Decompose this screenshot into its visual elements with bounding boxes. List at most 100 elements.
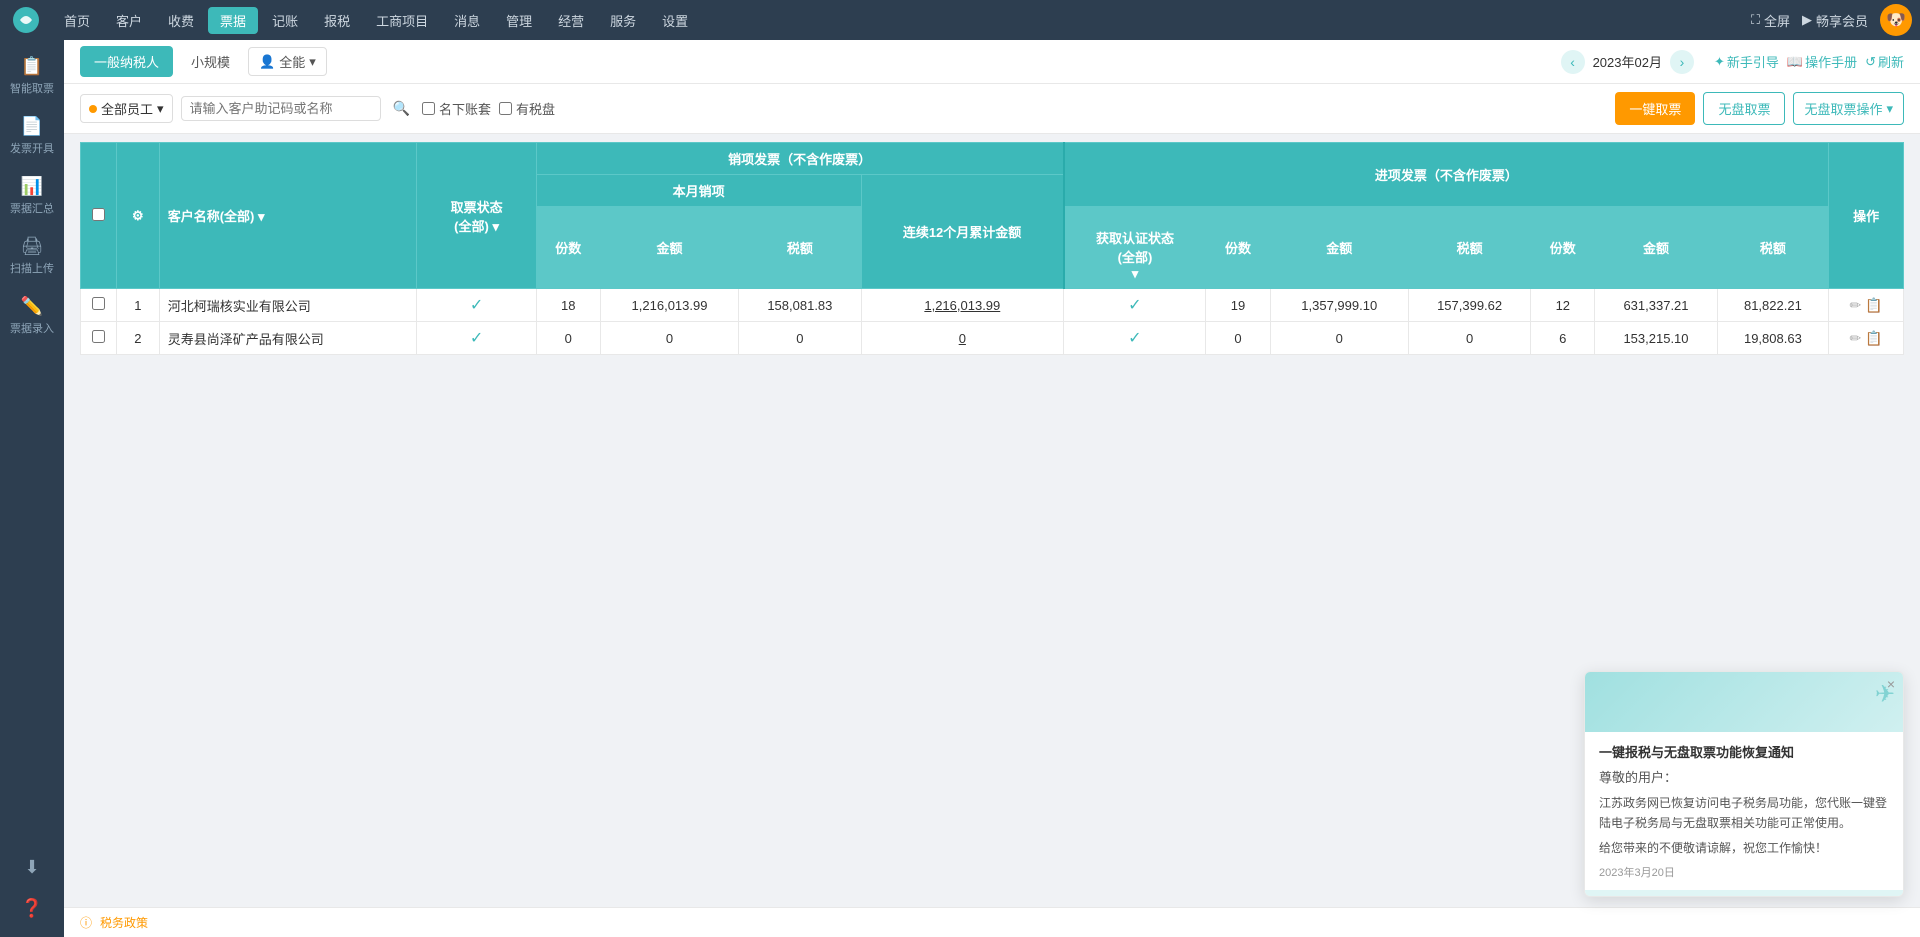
row-purchase-period-amount: 1,357,999.10 <box>1270 289 1408 322</box>
sidebar-item-smart-fetch[interactable]: 📋 智能取票 <box>0 48 64 104</box>
refresh-icon: ↺ <box>1865 54 1876 70</box>
row-num: 1 <box>117 289 160 322</box>
toolbar-right: 一键取票 无盘取票 无盘取票操作 ▾ <box>1615 92 1904 125</box>
select-all-checkbox[interactable] <box>92 208 105 221</box>
nav-item-operation[interactable]: 经营 <box>546 7 596 34</box>
notification-popup: ✈ × 一键报税与无盘取票功能恢复通知 尊敬的用户： 江苏政务网已恢复访问电子税… <box>1584 671 1904 897</box>
sidebar-item-entry[interactable]: ✏️ 票据录入 <box>0 288 64 344</box>
th-status: 取票状态 (全部) ▾ <box>417 143 536 289</box>
cumulative-link[interactable]: 1,216,013.99 <box>924 298 1000 313</box>
row-sales-month-count: 0 <box>536 322 600 355</box>
my-account-checkbox[interactable]: 名下账套 <box>422 99 491 118</box>
prev-month-button[interactable]: ‹ <box>1561 50 1585 74</box>
one-key-fetch-button[interactable]: 一键取票 <box>1615 92 1695 125</box>
row-checkbox[interactable] <box>92 330 105 343</box>
th-action: 操作 <box>1829 143 1904 289</box>
nav-item-accounting[interactable]: 记账 <box>260 7 310 34</box>
status-bar: ⓘ 税务政策 <box>64 907 1920 937</box>
nav-item-business[interactable]: 工商项目 <box>364 7 440 34</box>
row-purchase-unverified-tax: 81,822.21 <box>1717 289 1829 322</box>
nav-item-home[interactable]: 首页 <box>52 7 102 34</box>
th-settings-icon: ⚙ <box>117 143 160 289</box>
tab-small-scale[interactable]: 小规模 <box>177 46 244 77</box>
nav-item-settings[interactable]: 设置 <box>650 7 700 34</box>
nav-item-message[interactable]: 消息 <box>442 7 492 34</box>
sidebar-item-label-issue-invoice: 发票开具 <box>10 140 54 156</box>
info-icon: ⓘ <box>80 914 92 931</box>
member-button[interactable]: ▶ 畅享会员 <box>1802 11 1868 30</box>
th-purchase-unverified-count: 份数 <box>1531 207 1595 289</box>
fullscreen-button[interactable]: ⛶ 全屏 <box>1751 11 1790 30</box>
nav-item-client[interactable]: 客户 <box>104 7 154 34</box>
employee-filter[interactable]: 全部员工 ▾ <box>80 94 173 123</box>
scan-icon: 🖨 <box>21 236 44 257</box>
row-sales-cumulative: 1,216,013.99 <box>861 289 1064 322</box>
th-sales-month-title: 本月销项 <box>536 175 861 207</box>
row-num: 2 <box>117 322 160 355</box>
tab-general-taxpayer[interactable]: 一般纳税人 <box>80 46 173 77</box>
nav-item-manage[interactable]: 管理 <box>494 7 544 34</box>
cumulative-link[interactable]: 0 <box>959 331 966 346</box>
filter-icon-verify[interactable]: ▾ <box>1132 266 1139 281</box>
fullscreen-icon: ⛶ <box>1751 12 1760 28</box>
nav-item-invoice[interactable]: 票据 <box>208 7 258 34</box>
nav-item-service[interactable]: 服务 <box>598 7 648 34</box>
th-sales-month-amount: 金额 <box>600 207 738 289</box>
invoice-table: ⚙ 客户名称(全部) ▾ 取票状态 (全部) ▾ 销项发票（不含作废票） 进项发… <box>80 142 1904 355</box>
manual-button[interactable]: 📖 操作手册 <box>1787 52 1857 71</box>
notification-scrollbar[interactable] <box>1585 890 1903 896</box>
search-button[interactable]: 🔍 <box>389 96 414 121</box>
row-checkbox[interactable] <box>92 297 105 310</box>
next-month-button[interactable]: › <box>1670 50 1694 74</box>
th-purchase-period-amount: 金额 <box>1270 207 1408 289</box>
nav-right-actions: ⛶ 全屏 ▶ 畅享会员 🐶 <box>1751 4 1912 36</box>
edit-icon[interactable]: ✏ <box>1849 330 1861 347</box>
smart-fetch-icon: 📋 <box>21 56 43 77</box>
th-company: 客户名称(全部) ▾ <box>159 143 417 289</box>
filter-icon-company[interactable]: ▾ <box>258 209 265 224</box>
my-account-checkbox-input[interactable] <box>422 102 435 115</box>
edit-icon[interactable]: ✏ <box>1849 297 1861 314</box>
row-company: 河北柯瑞核实业有限公司 <box>159 289 417 322</box>
nav-item-tax[interactable]: 报税 <box>312 7 362 34</box>
play-icon: ▶ <box>1802 12 1812 28</box>
copy-icon[interactable]: 📋 <box>1865 297 1882 314</box>
sidebar-help-button[interactable]: ❓ <box>15 892 49 925</box>
th-purchase-verify-status: 获取认证状态 (全部) ▾ <box>1064 207 1206 289</box>
filter-icon-status[interactable]: ▾ <box>492 219 499 234</box>
avatar[interactable]: 🐶 <box>1880 4 1912 36</box>
sidebar-item-label-summary: 票据汇总 <box>10 200 54 216</box>
tax-device-checkbox[interactable]: 有税盘 <box>499 99 555 118</box>
no-disk-fetch-button[interactable]: 无盘取票 <box>1703 92 1785 125</box>
row-sales-month-amount: 0 <box>600 322 738 355</box>
issue-invoice-icon: 📄 <box>21 116 43 137</box>
row-status: ✓ <box>417 322 536 355</box>
tab-bar: 一般纳税人 小规模 👤 全能 ▾ ‹ 2023年02月 › ✦ 新手引导 📖 操 <box>64 40 1920 84</box>
entry-icon: ✏️ <box>21 296 43 317</box>
table-row: 2 灵寿县尚泽矿产品有限公司 ✓ 0 0 0 0 ✓ 0 0 0 6 153,2… <box>81 322 1904 355</box>
more-operations-button[interactable]: 无盘取票操作 ▾ <box>1793 92 1904 125</box>
sidebar-item-scan-upload[interactable]: 🖨 扫描上传 <box>0 228 64 284</box>
row-company: 灵寿县尚泽矿产品有限公司 <box>159 322 417 355</box>
row-sales-month-tax: 0 <box>739 322 861 355</box>
summary-icon: 📊 <box>21 176 43 197</box>
row-sales-cumulative: 0 <box>861 322 1064 355</box>
nav-item-fee[interactable]: 收费 <box>156 7 206 34</box>
tab-all[interactable]: 👤 全能 ▾ <box>248 47 327 76</box>
new-guide-button[interactable]: ✦ 新手引导 <box>1714 52 1779 71</box>
notification-close-button[interactable]: × <box>1887 676 1895 692</box>
sidebar-item-summary[interactable]: 📊 票据汇总 <box>0 168 64 224</box>
book-icon: 📖 <box>1787 54 1803 70</box>
refresh-button[interactable]: ↺ 刷新 <box>1865 52 1904 71</box>
tax-policy-link[interactable]: 税务政策 <box>100 914 148 931</box>
row-purchase-verify-status: ✓ <box>1064 322 1206 355</box>
search-input[interactable] <box>181 96 381 121</box>
tax-device-checkbox-input[interactable] <box>499 102 512 115</box>
sidebar-item-issue-invoice[interactable]: 📄 发票开具 <box>0 108 64 164</box>
sidebar-download-button[interactable]: ⬇ <box>18 851 45 884</box>
copy-icon[interactable]: 📋 <box>1865 330 1882 347</box>
row-purchase-unverified-amount: 631,337.21 <box>1595 289 1717 322</box>
th-purchase-title: 进项发票（不含作废票） <box>1064 143 1829 207</box>
row-purchase-unverified-count: 6 <box>1531 322 1595 355</box>
row-status: ✓ <box>417 289 536 322</box>
